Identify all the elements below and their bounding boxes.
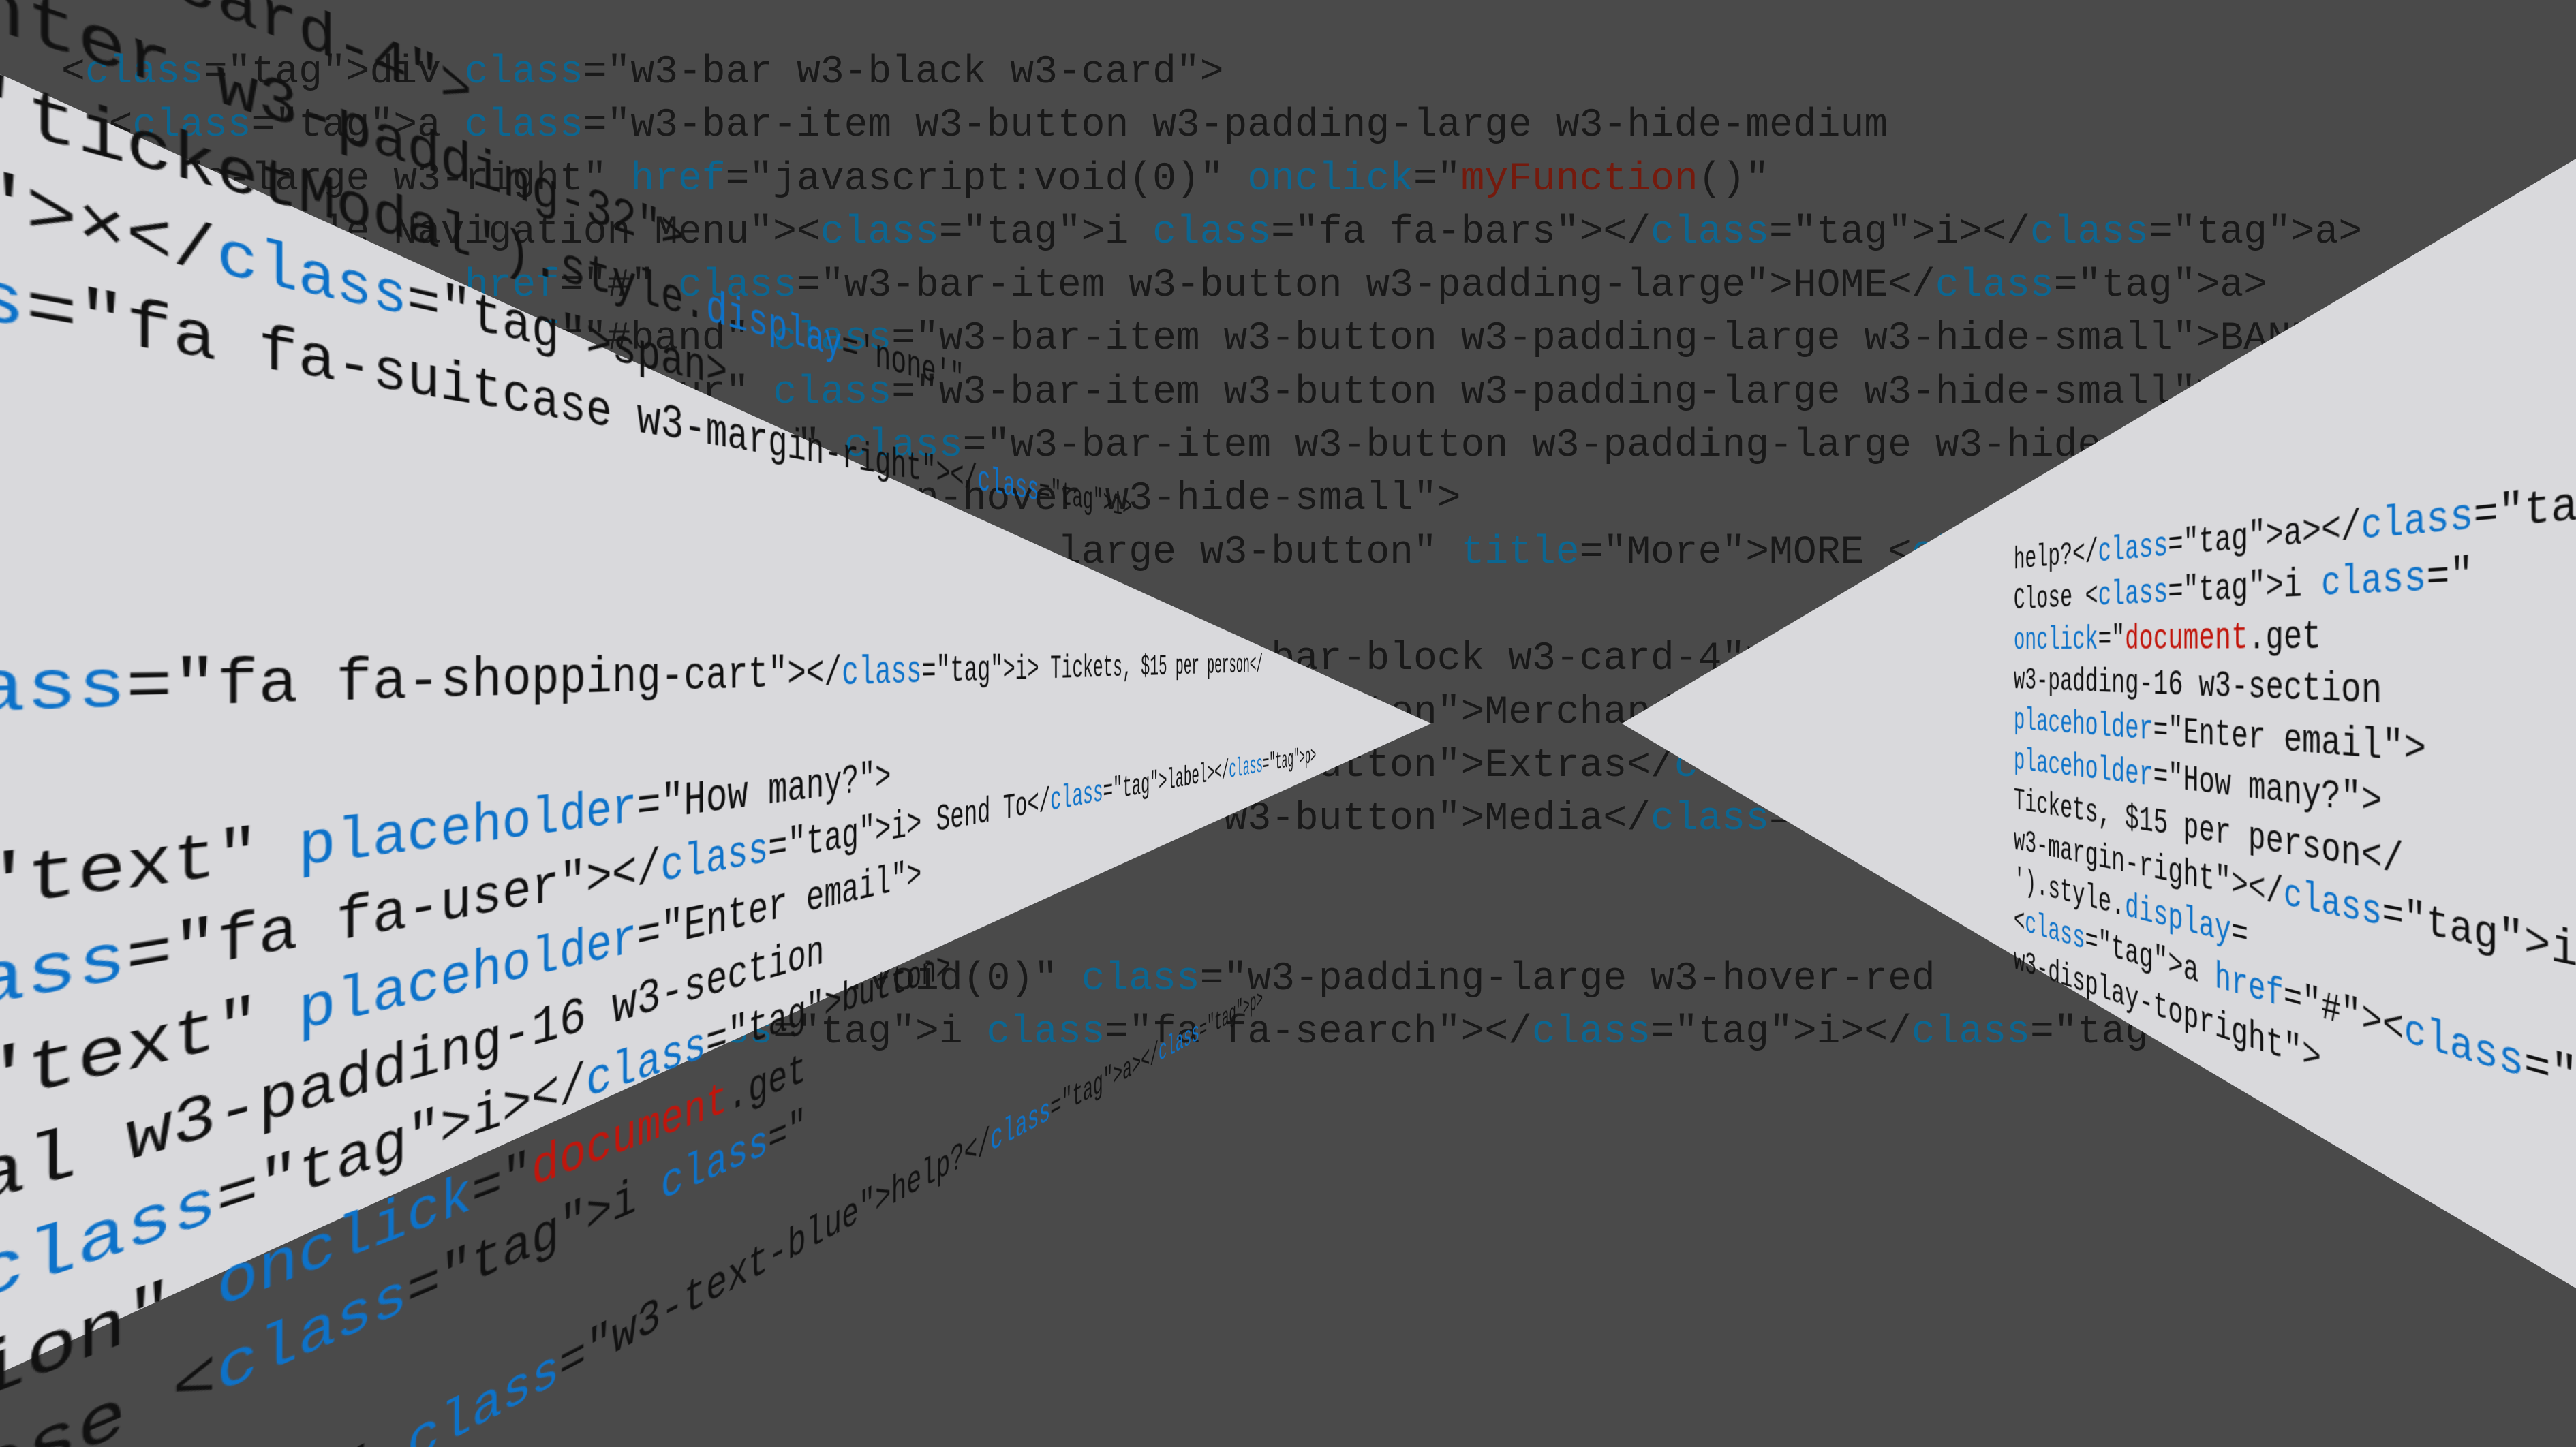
triangle-layer: <class="tag">div id="ticketModal" class=…: [0, 0, 2576, 1447]
artwork-stage: <class="tag">div class="w3-bar w3-black …: [0, 0, 2576, 1447]
